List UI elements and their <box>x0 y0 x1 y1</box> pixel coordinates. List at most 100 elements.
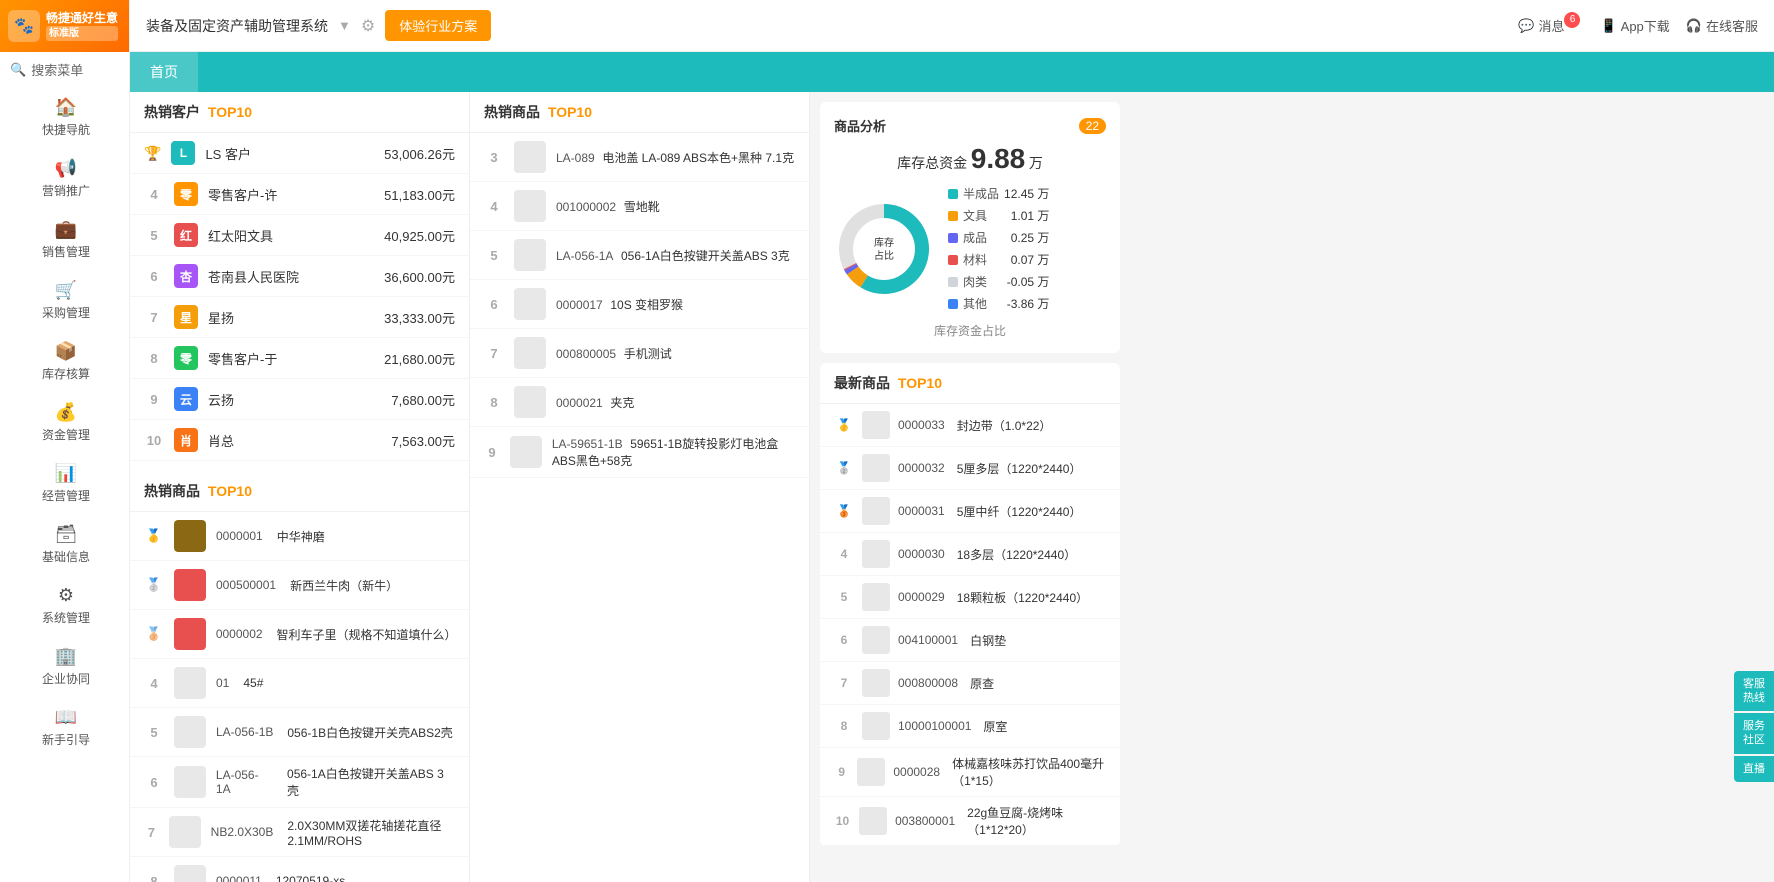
float-buttons: 客服热线 服务社区 直播 <box>1734 671 1774 782</box>
new-products-header: 最新商品 TOP10 <box>820 363 1120 404</box>
enterprise-icon: 🏢 <box>55 646 77 667</box>
avatar: 零 <box>174 346 198 370</box>
list-item: 🥇 0000001 中华神磨 <box>130 512 469 561</box>
right-column: 商品分析 22 库存总资金 9.88 万 <box>810 92 1130 882</box>
list-item: 8 0000021 夹克 <box>470 378 809 427</box>
hot-products-title: 热销商品 TOP10 <box>144 481 252 501</box>
base-icon: 🗃 <box>55 524 78 545</box>
table-row: 🏆 L LS 客户 53,006.26元 <box>130 133 469 174</box>
sidebar-item-base[interactable]: 🗃 基础信息 <box>0 514 129 575</box>
list-item: 6 004100001 白钢垫 <box>820 619 1120 662</box>
table-row: 5 红 红太阳文具 40,925.00元 <box>130 215 469 256</box>
legend-item: 材料 0.07 万 <box>948 251 1049 268</box>
try-plan-button[interactable]: 体验行业方案 <box>385 10 491 41</box>
legend-dot-stationery <box>948 211 958 221</box>
hot-products-right-header: 热销商品 TOP10 <box>470 92 809 133</box>
app-download-btn[interactable]: 📱 App下载 <box>1600 16 1669 35</box>
list-item: 5 0000029 18颗粒板（1220*2440） <box>820 576 1120 619</box>
new-products-list: 🥇 0000033 封边带（1.0*22） 🥈 0000032 5厘多层（122… <box>820 404 1120 846</box>
product-thumb <box>510 436 542 468</box>
customer-rank-table: 🏆 L LS 客户 53,006.26元 4 零 零售客户-许 51,183.0… <box>130 133 469 461</box>
float-btn-live[interactable]: 直播 <box>1734 756 1774 782</box>
legend-dot-meat <box>948 277 958 287</box>
float-btn-community[interactable]: 服务社区 <box>1734 713 1774 754</box>
product-thumb <box>174 667 206 699</box>
new-products-panel: 最新商品 TOP10 🥇 0000033 封边带（1.0*22） 🥈 00000… <box>820 363 1120 846</box>
product-thumb <box>514 288 546 320</box>
stock-footnote: 库存资金占比 <box>834 322 1106 339</box>
avatar: L <box>171 141 195 165</box>
new-thumb <box>862 411 890 439</box>
hot-products-panel-header: 热销商品 TOP10 <box>130 471 469 512</box>
legend-dot-material <box>948 255 958 265</box>
stock-total: 库存总资金 9.88 万 <box>834 143 1106 175</box>
sidebar-item-finance[interactable]: 💰 资金管理 <box>0 392 129 453</box>
guide-icon: 📖 <box>55 707 77 728</box>
product-thumb <box>174 716 206 748</box>
table-row: 8 零 零售客户-于 21,680.00元 <box>130 338 469 379</box>
sidebar-item-inventory[interactable]: 📦 库存核算 <box>0 331 129 392</box>
search-menu[interactable]: 🔍 搜索菜单 <box>0 52 129 87</box>
system-icon: ⚙ <box>58 585 74 606</box>
sidebar-item-system[interactable]: ⚙ 系统管理 <box>0 575 129 636</box>
list-item: 8 0000011 12070519-xs <box>130 857 469 882</box>
logo-text: 畅捷通好生意 标准版 <box>46 11 118 42</box>
search-icon: 🔍 <box>10 62 26 78</box>
legend-item: 成品 0.25 万 <box>948 229 1049 246</box>
marketing-icon: 📢 <box>55 158 77 179</box>
product-thumb <box>174 766 206 798</box>
sidebar-item-operation[interactable]: 📊 经营管理 <box>0 453 129 514</box>
list-item: 9 0000028 体械嘉核味苏打饮品400毫升（1*15） <box>820 748 1120 797</box>
table-row: 6 杏 苍南县人民医院 36,600.00元 <box>130 256 469 297</box>
legend-item: 肉类 -0.05 万 <box>948 273 1049 290</box>
message-btn[interactable]: 💬 消息 6 <box>1518 16 1584 35</box>
sidebar-nav: 🏠 快捷导航 📢 营销推广 💼 销售管理 🛒 采购管理 📦 库存核算 💰 资金管… <box>0 87 129 882</box>
sidebar-item-purchase[interactable]: 🛒 采购管理 <box>0 270 129 331</box>
legend-dot-other <box>948 299 958 309</box>
sidebar-item-guide[interactable]: 📖 新手引导 <box>0 697 129 758</box>
new-thumb <box>862 626 890 654</box>
product-thumb <box>514 386 546 418</box>
message-icon: 💬 <box>1518 18 1534 34</box>
float-btn-service[interactable]: 客服热线 <box>1734 671 1774 712</box>
stock-top-label: 商品分析 <box>834 116 886 135</box>
sidebar-item-sales[interactable]: 💼 销售管理 <box>0 209 129 270</box>
product-thumb <box>174 520 206 552</box>
app-icon: 📱 <box>1600 18 1616 34</box>
new-thumb <box>862 497 890 525</box>
online-service-btn[interactable]: 🎧 在线客服 <box>1686 16 1758 35</box>
list-item: 4 001000002 雪地靴 <box>470 182 809 231</box>
hot-products-badge: TOP10 <box>208 483 252 499</box>
tab-home[interactable]: 首页 <box>130 52 198 92</box>
avatar: 杏 <box>174 264 198 288</box>
stock-top-badge: 22 <box>1079 118 1106 134</box>
new-thumb <box>862 712 890 740</box>
sidebar-item-enterprise[interactable]: 🏢 企业协同 <box>0 636 129 697</box>
list-item: 10 003800001 22g鱼豆腐-烧烤味（1*12*20） <box>820 797 1120 846</box>
sidebar-item-marketing[interactable]: 📢 营销推广 <box>0 148 129 209</box>
purchase-icon: 🛒 <box>55 280 77 301</box>
product-thumb <box>174 865 206 882</box>
list-item: 7 NB2.0X30B 2.0X30MM双搓花轴搓花直径2.1MM/ROHS <box>130 808 469 857</box>
legend-dot-semifinished <box>948 189 958 199</box>
product-thumb <box>514 141 546 173</box>
sidebar-item-home[interactable]: 🏠 快捷导航 <box>0 87 129 148</box>
list-item: 🥈 0000032 5厘多层（1220*2440） <box>820 447 1120 490</box>
list-item: 8 10000100001 原室 <box>820 705 1120 748</box>
page-body: 热销客户 TOP10 🏆 L LS 客户 53,006.26元 4 零 零售客户… <box>130 92 1774 882</box>
settings-icon[interactable]: ⚙ <box>361 16 375 36</box>
avatar: 红 <box>174 223 198 247</box>
dropdown-arrow-icon[interactable]: ▼ <box>338 18 351 33</box>
table-row: 7 星 星扬 33,333.00元 <box>130 297 469 338</box>
hot-products-right-title: 热销商品 TOP10 <box>484 102 592 122</box>
hot-products-right-list: 3 LA-089 电池盖 LA-089 ABS本色+黑种 7.1克 4 0010… <box>470 133 809 478</box>
new-thumb <box>862 540 890 568</box>
service-icon: 🎧 <box>1686 18 1702 34</box>
new-thumb <box>857 758 885 786</box>
stock-top-bar: 商品分析 22 <box>834 116 1106 135</box>
legend-item: 文具 1.01 万 <box>948 207 1049 224</box>
customer-badge: TOP10 <box>208 104 252 120</box>
list-item: 4 0000030 18多层（1220*2440） <box>820 533 1120 576</box>
new-thumb <box>859 807 887 835</box>
stock-legend: 半成品 12.45 万 文具 1.01 万 成品 0.25 万 <box>948 185 1049 312</box>
